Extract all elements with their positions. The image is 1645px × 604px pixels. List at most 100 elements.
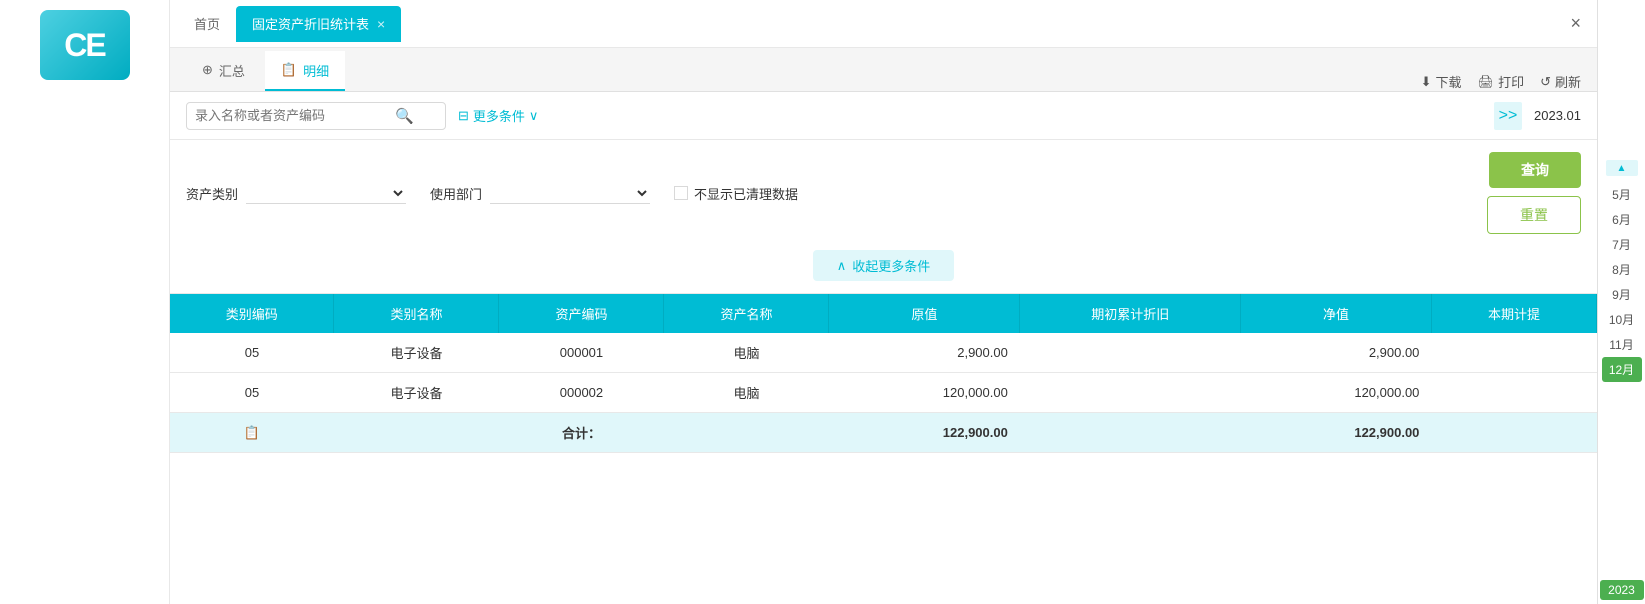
print-button[interactable]: 🖨 打印 bbox=[1478, 72, 1525, 91]
logo: CE bbox=[40, 10, 130, 80]
active-tab[interactable]: 固定资产折旧统计表 × bbox=[236, 6, 401, 42]
asset-category-select[interactable]: 电子设备 bbox=[246, 182, 406, 204]
search-icon[interactable]: 🔍 bbox=[395, 107, 414, 125]
collapse-icon: ∧ bbox=[837, 258, 847, 274]
cell-asset-code: 000001 bbox=[499, 333, 664, 373]
search-input-wrap: 🔍 bbox=[186, 102, 446, 130]
subtotal-label: 合计： bbox=[334, 413, 829, 453]
subtotal-current-period bbox=[1431, 413, 1596, 453]
cell-accumulated-dep bbox=[1020, 333, 1241, 373]
department-select[interactable] bbox=[490, 182, 650, 204]
detail-icon: 📋 bbox=[281, 62, 297, 78]
cell-asset-name: 电脑 bbox=[664, 333, 829, 373]
cell-current-period bbox=[1431, 373, 1596, 413]
refresh-label: 刷新 bbox=[1555, 72, 1581, 91]
month-btn-9月[interactable]: 9月 bbox=[1602, 282, 1642, 307]
reset-button[interactable]: 重置 bbox=[1487, 196, 1581, 234]
more-filter-button[interactable]: ⊟ 更多条件 ∨ bbox=[458, 106, 538, 125]
home-nav-item[interactable]: 首页 bbox=[186, 14, 228, 33]
asset-category-label: 资产类别 bbox=[186, 184, 238, 203]
col-net-value: 净值 bbox=[1241, 294, 1432, 333]
month-btn-11月[interactable]: 11月 bbox=[1602, 332, 1642, 357]
filter-bar: 🔍 ⊟ 更多条件 ∨ >> 2023.01 bbox=[170, 92, 1597, 140]
cell-asset-name: 电脑 bbox=[664, 373, 829, 413]
col-current-period: 本期计提 bbox=[1431, 294, 1596, 333]
cell-current-period bbox=[1431, 333, 1596, 373]
tab-summary[interactable]: ⊕ 汇总 bbox=[186, 51, 261, 91]
action-buttons: 查询 重置 bbox=[1487, 152, 1581, 234]
month-btn-7月[interactable]: 7月 bbox=[1602, 232, 1642, 257]
refresh-button[interactable]: ↺ 刷新 bbox=[1540, 72, 1581, 91]
no-cleared-field: 不显示已清理数据 bbox=[674, 184, 798, 203]
window-close-button[interactable]: × bbox=[1570, 13, 1581, 34]
data-table: 类别编码 类别名称 资产编码 资产名称 原值 期初累计折旧 净值 本期计提 05… bbox=[170, 294, 1597, 453]
table-row: 05 电子设备 000001 电脑 2,900.00 2,900.00 bbox=[170, 333, 1597, 373]
table-row: 05 电子设备 000002 电脑 120,000.00 120,000.00 bbox=[170, 373, 1597, 413]
col-original-value: 原值 bbox=[829, 294, 1020, 333]
print-label: 打印 bbox=[1498, 72, 1524, 91]
col-category-code: 类别编码 bbox=[170, 294, 334, 333]
department-field: 使用部门 bbox=[430, 182, 650, 204]
scroll-up-button[interactable]: ▲ bbox=[1606, 160, 1638, 176]
cell-category-name: 电子设备 bbox=[334, 333, 499, 373]
collapse-bar: ∧ 收起更多条件 bbox=[186, 242, 1581, 281]
tab-summary-label: 汇总 bbox=[219, 61, 245, 80]
year-badge: 2023 bbox=[1600, 580, 1644, 600]
cell-accumulated-dep bbox=[1020, 373, 1241, 413]
filter-icon: ⊟ bbox=[458, 108, 469, 124]
no-cleared-checkbox[interactable] bbox=[674, 186, 688, 200]
print-icon: 🖨 bbox=[1478, 74, 1495, 90]
col-accumulated-dep: 期初累计折旧 bbox=[1020, 294, 1241, 333]
cell-net-value: 2,900.00 bbox=[1241, 333, 1432, 373]
active-tab-label: 固定资产折旧统计表 bbox=[252, 14, 369, 33]
col-category-name: 类别名称 bbox=[334, 294, 499, 333]
cell-original-value: 2,900.00 bbox=[829, 333, 1020, 373]
col-asset-name: 资产名称 bbox=[664, 294, 829, 333]
advanced-filter: 资产类别 电子设备 使用部门 不显示已清理数据 查询 重置 bbox=[170, 140, 1597, 294]
collapse-label: 收起更多条件 bbox=[852, 256, 930, 275]
cell-category-code: 05 bbox=[170, 333, 334, 373]
filter-row-1: 资产类别 电子设备 使用部门 不显示已清理数据 查询 重置 bbox=[186, 152, 1581, 234]
summary-icon: ⊕ bbox=[202, 62, 213, 78]
department-label: 使用部门 bbox=[430, 184, 482, 203]
left-sidebar: CE bbox=[0, 0, 170, 604]
expand-panel-button[interactable]: >> bbox=[1494, 102, 1522, 130]
tab-detail[interactable]: 📋 明细 bbox=[265, 51, 345, 91]
logo-text: CE bbox=[64, 27, 104, 64]
right-month-bar: ▲ 5月6月7月8月9月10月11月12月 2023 bbox=[1597, 0, 1645, 604]
download-label: 下载 bbox=[1436, 72, 1462, 91]
tab-close-button[interactable]: × bbox=[377, 16, 385, 32]
month-btn-10月[interactable]: 10月 bbox=[1602, 307, 1642, 332]
subtotal-icon: 📋 bbox=[170, 413, 334, 453]
month-btn-6月[interactable]: 6月 bbox=[1602, 207, 1642, 232]
cell-original-value: 120,000.00 bbox=[829, 373, 1020, 413]
subtotal-row: 📋 合计： 122,900.00 122,900.00 bbox=[170, 413, 1597, 453]
cell-category-name: 电子设备 bbox=[334, 373, 499, 413]
table-wrap: 类别编码 类别名称 资产编码 资产名称 原值 期初累计折旧 净值 本期计提 05… bbox=[170, 294, 1597, 604]
chevron-down-icon: ∨ bbox=[529, 108, 539, 124]
col-asset-code: 资产编码 bbox=[499, 294, 664, 333]
tab-detail-label: 明细 bbox=[303, 61, 329, 80]
subtotal-original-value: 122,900.00 bbox=[829, 413, 1020, 453]
asset-category-field: 资产类别 电子设备 bbox=[186, 182, 406, 204]
cell-asset-code: 000002 bbox=[499, 373, 664, 413]
download-button[interactable]: ⬇ 下载 bbox=[1421, 72, 1462, 91]
top-nav: 首页 固定资产折旧统计表 × × bbox=[170, 0, 1597, 48]
cell-net-value: 120,000.00 bbox=[1241, 373, 1432, 413]
more-filter-label: 更多条件 bbox=[473, 106, 525, 125]
month-btn-12月[interactable]: 12月 bbox=[1602, 357, 1642, 382]
query-button[interactable]: 查询 bbox=[1489, 152, 1581, 188]
download-icon: ⬇ bbox=[1421, 74, 1432, 90]
subtotal-accumulated-dep bbox=[1020, 413, 1241, 453]
cell-category-code: 05 bbox=[170, 373, 334, 413]
refresh-icon: ↺ bbox=[1540, 74, 1551, 90]
subtotal-net-value: 122,900.00 bbox=[1241, 413, 1432, 453]
collapse-button[interactable]: ∧ 收起更多条件 bbox=[813, 250, 955, 281]
search-input[interactable] bbox=[195, 108, 395, 123]
month-btn-8月[interactable]: 8月 bbox=[1602, 257, 1642, 282]
no-cleared-label: 不显示已清理数据 bbox=[694, 184, 798, 203]
tab-actions: ⬇ 下载 🖨 打印 ↺ 刷新 bbox=[1421, 72, 1581, 91]
tab-bar: ⊕ 汇总 📋 明细 ⬇ 下载 🖨 打印 ↺ 刷新 bbox=[170, 48, 1597, 92]
date-badge: 2023.01 bbox=[1534, 108, 1581, 123]
month-btn-5月[interactable]: 5月 bbox=[1602, 182, 1642, 207]
